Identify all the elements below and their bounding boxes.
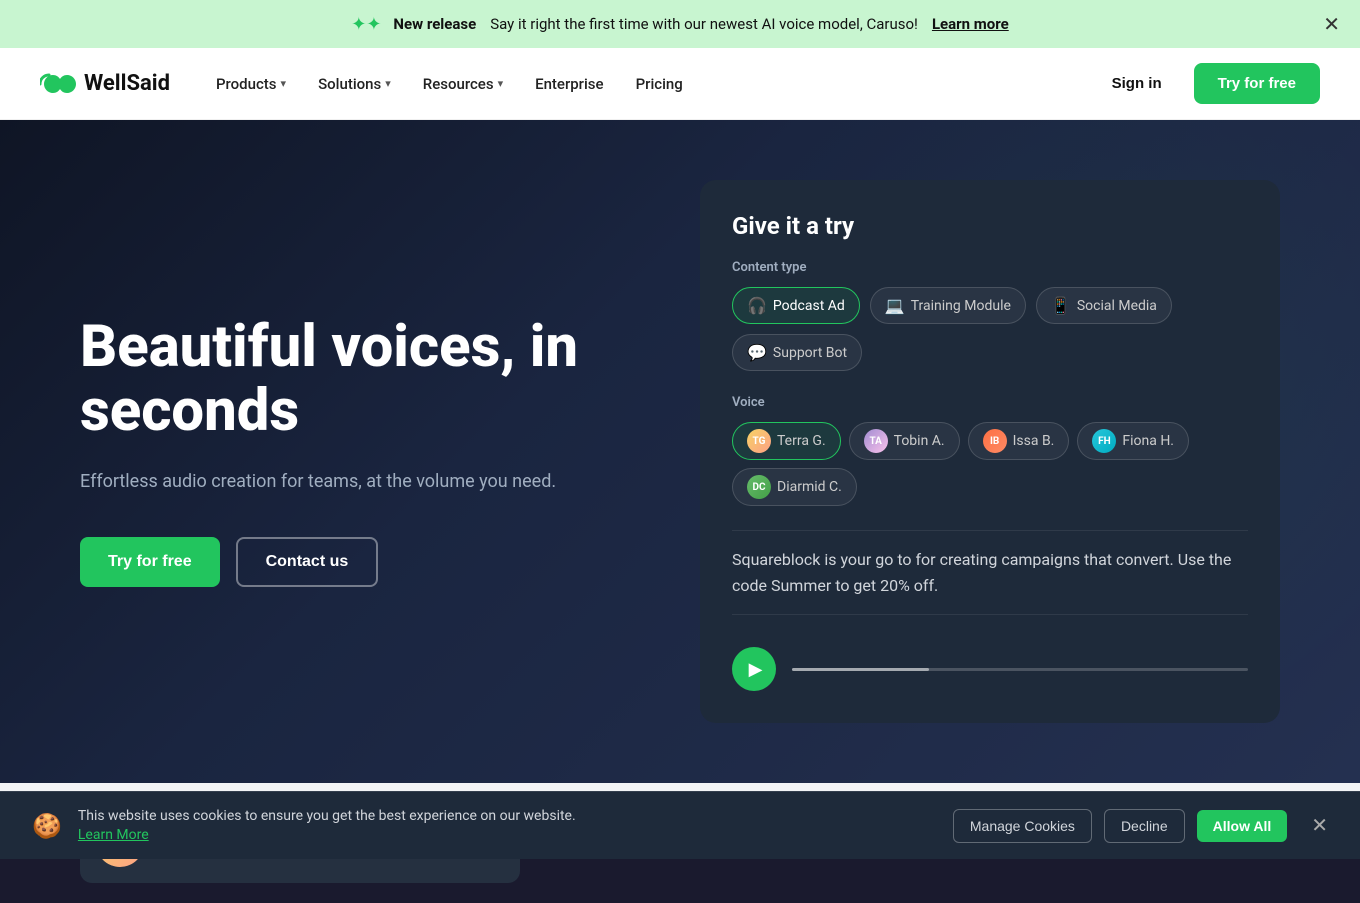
hero-subtitle: Effortless audio creation for teams, at … — [80, 468, 600, 497]
voice-tobin[interactable]: TA Tobin A. — [849, 422, 960, 460]
announcement-bar: ✦✦ New release Say it right the first ti… — [0, 0, 1360, 48]
navbar: WellSaid Products ▾ Solutions ▾ Resource… — [0, 48, 1360, 120]
pill-training[interactable]: 💻 Training Module — [870, 287, 1026, 324]
hero-left: Beautiful voices, in seconds Effortless … — [80, 316, 600, 586]
cookie-buttons: Manage Cookies Decline Allow All — [953, 809, 1287, 843]
hero-title: Beautiful voices, in seconds — [80, 316, 600, 444]
content-type-label: Content type — [732, 260, 1248, 275]
voice-fiona-label: Fiona H. — [1122, 433, 1174, 449]
solutions-chevron-icon: ▾ — [385, 77, 391, 90]
sign-in-button[interactable]: Sign in — [1096, 67, 1178, 100]
support-icon: 💬 — [747, 343, 767, 362]
logo-icon — [40, 72, 76, 96]
progress-bar-fill — [792, 668, 929, 671]
social-icon: 📱 — [1051, 296, 1071, 315]
pill-training-label: Training Module — [911, 298, 1011, 314]
resources-chevron-icon: ▾ — [498, 77, 504, 90]
cookie-text-area: This website uses cookies to ensure you … — [78, 808, 937, 843]
nav-pricing[interactable]: Pricing — [622, 67, 697, 101]
announcement-learn-more[interactable]: Learn more — [932, 15, 1009, 33]
cookie-icon: 🍪 — [32, 812, 62, 840]
products-chevron-icon: ▾ — [281, 77, 287, 90]
cookie-close-button[interactable]: ✕ — [1311, 813, 1328, 838]
announcement-close-button[interactable]: ✕ — [1323, 12, 1340, 37]
avatar-terra: TG — [747, 429, 771, 453]
pill-social-label: Social Media — [1077, 298, 1157, 314]
try-widget: Give it a try Content type 🎧 Podcast Ad … — [700, 180, 1280, 723]
content-type-pills: 🎧 Podcast Ad 💻 Training Module 📱 Social … — [732, 287, 1248, 371]
cookie-message: This website uses cookies to ensure you … — [78, 808, 937, 824]
logo[interactable]: WellSaid — [40, 71, 170, 96]
voice-tobin-label: Tobin A. — [894, 433, 945, 449]
hero-try-free-button[interactable]: Try for free — [80, 537, 220, 587]
nav-enterprise[interactable]: Enterprise — [521, 67, 617, 101]
hero-contact-button[interactable]: Contact us — [236, 537, 379, 587]
voice-fiona[interactable]: FH Fiona H. — [1077, 422, 1189, 460]
sample-text: Squareblock is your go to for creating c… — [732, 530, 1248, 615]
pill-support-label: Support Bot — [773, 345, 847, 361]
avatar-tobin: TA — [864, 429, 888, 453]
nav-try-free-button[interactable]: Try for free — [1194, 63, 1320, 104]
pill-support[interactable]: 💬 Support Bot — [732, 334, 862, 371]
nav-products[interactable]: Products ▾ — [202, 67, 300, 101]
pill-podcast-label: Podcast Ad — [773, 298, 845, 314]
avatar-issa: IB — [983, 429, 1007, 453]
allow-all-button[interactable]: Allow All — [1197, 810, 1288, 842]
sparkle-icon: ✦✦ — [351, 14, 381, 35]
voice-diarmid-label: Diarmid C. — [777, 479, 842, 495]
play-icon: ▶ — [749, 659, 763, 680]
audio-player: ▶ — [732, 647, 1248, 691]
nav-items: Products ▾ Solutions ▾ Resources ▾ Enter… — [202, 67, 1096, 101]
nav-solutions[interactable]: Solutions ▾ — [304, 67, 405, 101]
widget-title: Give it a try — [732, 212, 1248, 240]
manage-cookies-button[interactable]: Manage Cookies — [953, 809, 1092, 843]
voice-terra[interactable]: TG Terra G. — [732, 422, 841, 460]
voice-terra-label: Terra G. — [777, 433, 826, 449]
voice-label: Voice — [732, 395, 1248, 410]
pill-social[interactable]: 📱 Social Media — [1036, 287, 1172, 324]
podcast-icon: 🎧 — [747, 296, 767, 315]
cookie-banner: 🍪 This website uses cookies to ensure yo… — [0, 791, 1360, 859]
pill-podcast[interactable]: 🎧 Podcast Ad — [732, 287, 860, 324]
new-release-badge: New release — [393, 15, 476, 33]
decline-button[interactable]: Decline — [1104, 809, 1185, 843]
voice-issa[interactable]: IB Issa B. — [968, 422, 1070, 460]
avatar-diarmid: DC — [747, 475, 771, 499]
voice-pills: TG Terra G. TA Tobin A. IB Issa B. FH Fi… — [732, 422, 1248, 506]
nav-right: Sign in Try for free — [1096, 63, 1320, 104]
nav-resources[interactable]: Resources ▾ — [409, 67, 517, 101]
hero-buttons: Try for free Contact us — [80, 537, 600, 587]
cookie-learn-more-link[interactable]: Learn More — [78, 827, 149, 843]
logo-text: WellSaid — [84, 71, 170, 96]
training-icon: 💻 — [885, 296, 905, 315]
announcement-text: Say it right the first time with our new… — [490, 15, 918, 33]
voice-issa-label: Issa B. — [1013, 433, 1055, 449]
avatar-fiona: FH — [1092, 429, 1116, 453]
progress-bar-track[interactable] — [792, 668, 1248, 671]
play-button[interactable]: ▶ — [732, 647, 776, 691]
hero-section: Beautiful voices, in seconds Effortless … — [0, 120, 1360, 783]
voice-diarmid[interactable]: DC Diarmid C. — [732, 468, 857, 506]
